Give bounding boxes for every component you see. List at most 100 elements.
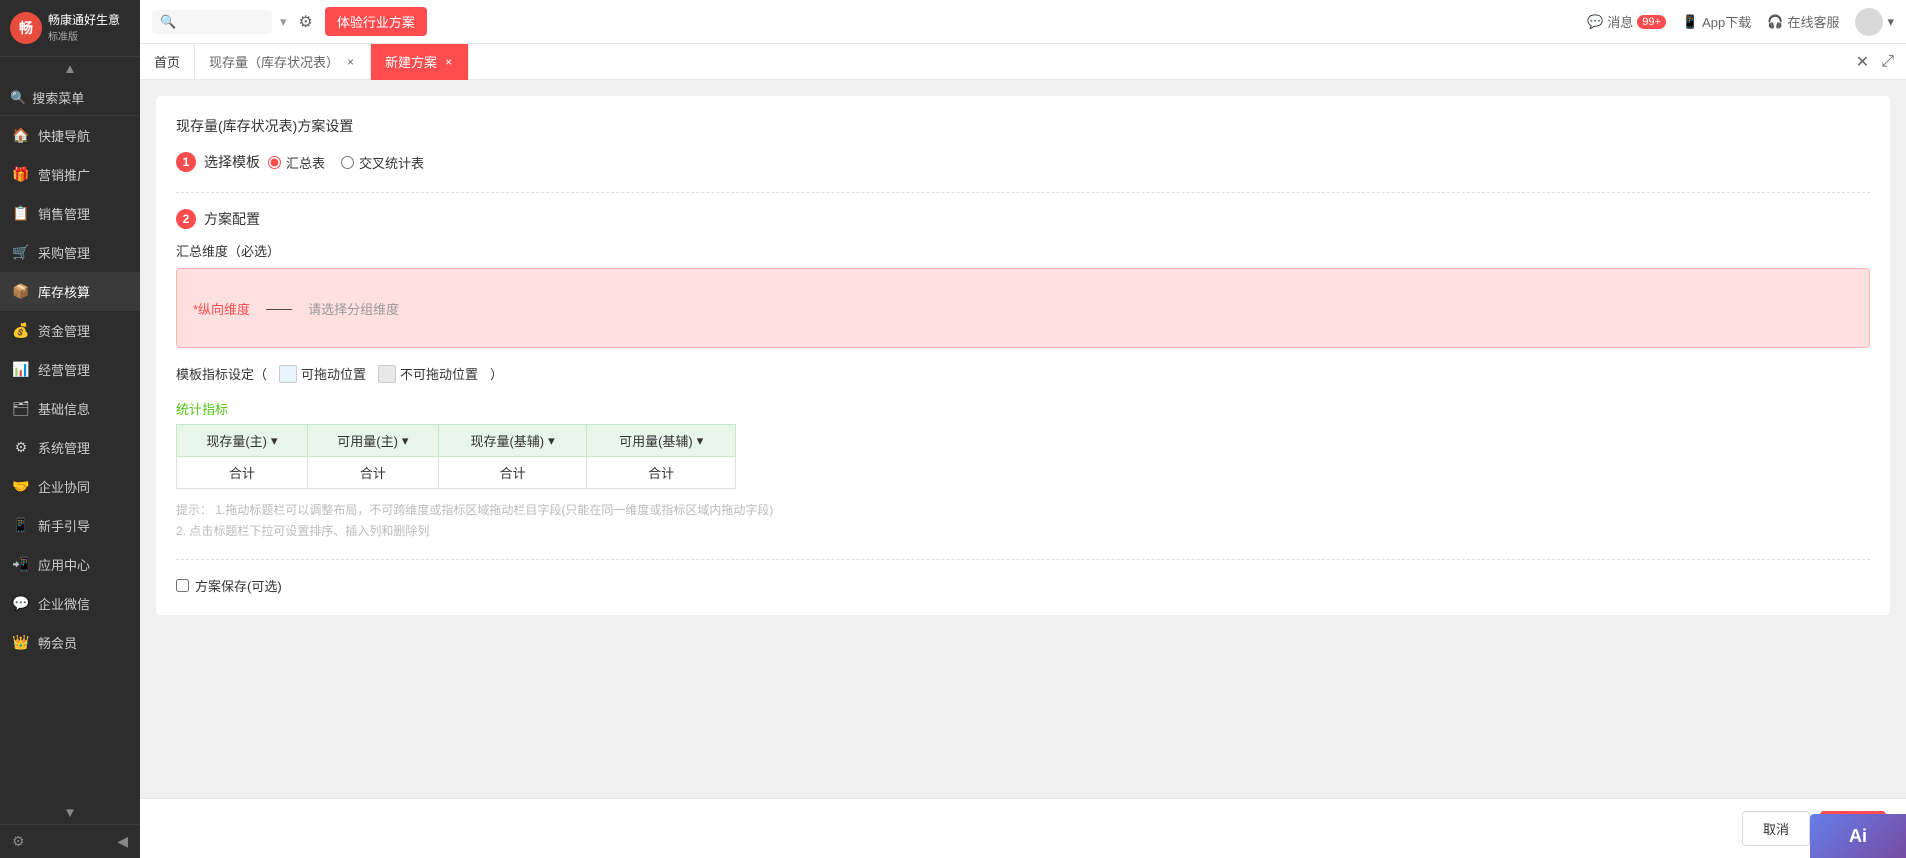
col1-cell: 合计 xyxy=(177,457,308,489)
draggable-indicator: 可拖动位置 xyxy=(279,364,366,383)
sidebar-item-basic-info[interactable]: 🗂 基础信息 xyxy=(0,389,140,428)
step1-header: 1 选择模板 汇总表 交叉统计表 xyxy=(176,152,1870,172)
tabs-bar: 首页 现存量（库存状况表） × 新建方案 × ✕ ⤢ xyxy=(140,44,1906,80)
step2-section: 2 方案配置 汇总维度（必选） *纵向维度 —— 请选择分组维度 模板指标设定（ xyxy=(176,209,1870,539)
stats-table-row: 合计 合计 合计 合计 xyxy=(177,457,736,489)
step2-num: 2 xyxy=(176,209,196,229)
sidebar-item-inventory[interactable]: 📦 库存核算 xyxy=(0,272,140,311)
sales-icon: 📋 xyxy=(12,205,30,223)
sidebar-item-app-center[interactable]: 📲 应用中心 xyxy=(0,545,140,584)
save-checkbox[interactable] xyxy=(176,579,189,592)
col3-chevron: ▾ xyxy=(548,433,555,449)
col4-chevron: ▾ xyxy=(697,433,704,449)
topbar-right: 💬 消息 99+ 📱 App下载 🎧 在线客服 ▾ xyxy=(1587,8,1894,36)
tab-close-new-plan[interactable]: × xyxy=(443,55,454,69)
vertical-dim-label: *纵向维度 xyxy=(193,299,250,318)
col1-header[interactable]: 现存量(主) ▾ xyxy=(177,425,308,457)
radio-cross[interactable]: 交叉统计表 xyxy=(341,153,424,172)
app-download-btn[interactable]: 📱 App下载 xyxy=(1682,12,1751,31)
messages-btn[interactable]: 💬 消息 99+ xyxy=(1587,12,1666,31)
sidebar-nav: 🏠 快捷导航 🎁 营销推广 📋 销售管理 🛒 采购管理 📦 库存核算 💰 资金管… xyxy=(0,116,140,801)
divider-1 xyxy=(176,192,1870,193)
draggable-box xyxy=(279,365,297,383)
gift-icon: 🎁 xyxy=(12,166,30,184)
user-dropdown-icon: ▾ xyxy=(1887,14,1894,30)
tab-new-plan[interactable]: 新建方案 × xyxy=(371,44,469,80)
tab-close-inventory[interactable]: × xyxy=(345,55,356,69)
home-icon: 🏠 xyxy=(12,127,30,145)
radio-summary[interactable]: 汇总表 xyxy=(268,153,325,172)
sidebar-item-finance[interactable]: 💰 资金管理 xyxy=(0,311,140,350)
col2-chevron: ▾ xyxy=(402,433,409,449)
wechat-icon: 💬 xyxy=(12,595,30,613)
content-area: 现存量(库存状况表)方案设置 1 选择模板 汇总表 交叉统计表 xyxy=(140,80,1906,798)
cancel-button[interactable]: 取消 xyxy=(1742,811,1810,846)
tab-right-buttons: ✕ ⤢ xyxy=(1852,50,1906,74)
sidebar-item-purchase[interactable]: 🛒 采购管理 xyxy=(0,233,140,272)
col2-header[interactable]: 可用量(主) ▾ xyxy=(307,425,438,457)
box-icon: 📦 xyxy=(12,283,30,301)
money-icon: 💰 xyxy=(12,322,30,340)
stats-table-header-row: 现存量(主) ▾ 可用量(主) ▾ xyxy=(177,425,736,457)
collapse-btn[interactable]: ◀ xyxy=(117,833,128,850)
sidebar-item-sales[interactable]: 📋 销售管理 xyxy=(0,194,140,233)
settings-btn[interactable]: ⚙ xyxy=(12,833,25,850)
col4-cell: 合计 xyxy=(587,457,736,489)
guide-icon: 📱 xyxy=(12,517,30,535)
sidebar-item-wechat[interactable]: 💬 企业微信 xyxy=(0,584,140,623)
stats-label: 统计指标 xyxy=(176,399,1870,418)
col3-cell: 合计 xyxy=(438,457,587,489)
tab-expand-btn[interactable]: ⤢ xyxy=(1877,51,1898,73)
divider-2 xyxy=(176,559,1870,560)
step1-title: 选择模板 xyxy=(204,152,260,172)
sidebar-item-enterprise[interactable]: 🤝 企业协同 xyxy=(0,467,140,506)
template-radio-group: 汇总表 交叉统计表 xyxy=(268,153,424,172)
sidebar-item-marketing[interactable]: 🎁 营销推广 xyxy=(0,155,140,194)
tab-close-panel-btn[interactable]: ✕ xyxy=(1852,50,1873,74)
sidebar-item-vip[interactable]: 👑 畅会员 xyxy=(0,623,140,662)
avatar-img xyxy=(1855,8,1883,36)
topbar-dropdown-icon[interactable]: ▾ xyxy=(280,14,287,30)
panel-title: 现存量(库存状况表)方案设置 xyxy=(176,116,1870,136)
cart-icon: 🛒 xyxy=(12,244,30,262)
bottom-bar: 取消 查询 xyxy=(140,798,1906,858)
radio-cross-input[interactable] xyxy=(341,156,354,169)
sidebar-item-search[interactable]: 🔍 搜索菜单 xyxy=(0,80,140,116)
sidebar: 畅 畅康通好生意 标准版 ▲ 🔍 搜索菜单 🏠 快捷导航 🎁 营销推广 📋 销售… xyxy=(0,0,140,858)
step1-section: 1 选择模板 汇总表 交叉统计表 xyxy=(176,152,1870,172)
tips-area: 提示： 1.拖动标题栏可以调整布局，不可跨维度或指标区域拖动栏目字段(只能在同一… xyxy=(176,501,1870,539)
chart-icon: 📊 xyxy=(12,361,30,379)
tab-home[interactable]: 首页 xyxy=(140,44,195,80)
vertical-dim-area[interactable]: *纵向维度 —— 请选择分组维度 xyxy=(176,268,1870,348)
summary-dim-label: 汇总维度（必选） xyxy=(176,241,1870,260)
topbar-gear-btn[interactable]: ⚙ xyxy=(295,8,317,36)
sidebar-item-system[interactable]: ⚙ 系统管理 xyxy=(0,428,140,467)
content-panel: 现存量(库存状况表)方案设置 1 选择模板 汇总表 交叉统计表 xyxy=(156,96,1890,615)
sidebar-item-new-guide[interactable]: 📱 新手引导 xyxy=(0,506,140,545)
tab-inventory-status[interactable]: 现存量（库存状况表） × xyxy=(195,44,371,80)
sidebar-scroll-down[interactable]: ▼ xyxy=(0,801,140,824)
ai-float-button[interactable]: Ai xyxy=(1810,814,1906,858)
col4-header[interactable]: 可用量(基辅) ▾ xyxy=(587,425,736,457)
col3-header[interactable]: 现存量(基辅) ▾ xyxy=(438,425,587,457)
info-icon: 🗂 xyxy=(12,400,30,418)
save-label: 方案保存(可选) xyxy=(195,576,282,595)
sidebar-footer: ⚙ ◀ xyxy=(0,824,140,858)
sidebar-scroll-up[interactable]: ▲ xyxy=(0,57,140,80)
user-avatar[interactable]: ▾ xyxy=(1855,8,1894,36)
sidebar-item-quick-nav[interactable]: 🏠 快捷导航 xyxy=(0,116,140,155)
vertical-dim-dash: —— xyxy=(266,301,292,316)
topbar-search-box[interactable]: 🔍 xyxy=(152,10,272,34)
sidebar-item-operation[interactable]: 📊 经营管理 xyxy=(0,350,140,389)
message-icon: 💬 xyxy=(1587,14,1603,30)
app-logo: 畅 畅康通好生意 标准版 xyxy=(0,0,140,57)
main-area: 🔍 ▾ ⚙ 体验行业方案 💬 消息 99+ 📱 App下载 🎧 在线客服 ▾ xyxy=(140,0,1906,858)
topbar-search-input[interactable] xyxy=(180,15,260,29)
trial-btn[interactable]: 体验行业方案 xyxy=(325,7,427,36)
col2-cell: 合计 xyxy=(307,457,438,489)
crown-icon: 👑 xyxy=(12,634,30,652)
headset-icon: 🎧 xyxy=(1767,14,1783,30)
online-service-btn[interactable]: 🎧 在线客服 xyxy=(1767,12,1839,31)
gear-icon: ⚙ xyxy=(12,439,30,457)
radio-summary-input[interactable] xyxy=(268,156,281,169)
